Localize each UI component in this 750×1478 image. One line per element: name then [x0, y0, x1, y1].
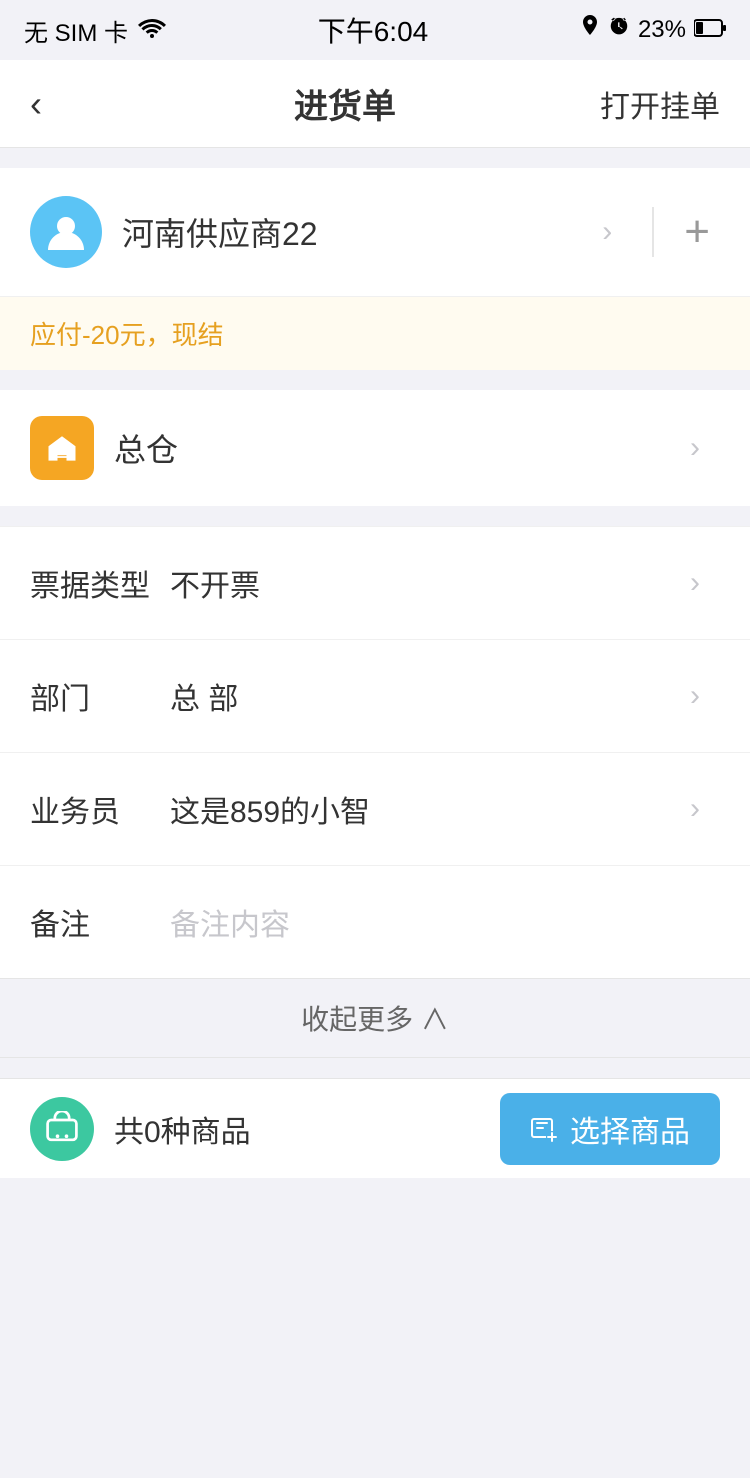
department-row[interactable]: 部门 总 部 › [0, 639, 750, 752]
supplier-chevron-icon: › [602, 215, 612, 249]
open-pending-button[interactable]: 打开挂单 [600, 82, 720, 126]
select-product-button[interactable]: 选择商品 [500, 1093, 720, 1165]
warehouse-name: 总仓 [114, 425, 690, 471]
department-label: 部门 [30, 674, 170, 718]
remark-label: 备注 [30, 900, 170, 944]
remark-placeholder[interactable]: 备注内容 [170, 900, 720, 944]
select-product-icon [530, 1115, 558, 1143]
salesman-row[interactable]: 业务员 这是859的小智 › [0, 752, 750, 865]
person-icon [46, 212, 86, 252]
warehouse-chevron-icon: › [690, 431, 700, 465]
back-button[interactable]: ‹ [30, 83, 90, 125]
notice-text: 应付-20元，现结 [30, 320, 224, 350]
invoice-label: 票据类型 [30, 561, 170, 605]
supplier-card: 河南供应商22 › + 应付-20元，现结 [0, 168, 750, 370]
section-gap-4 [0, 1058, 750, 1078]
section-gap-1 [0, 148, 750, 168]
salesman-chevron-icon: › [690, 792, 700, 826]
product-count-text: 共0种商品 [114, 1107, 500, 1151]
status-bar: 无 SIM 卡 下午6:04 23% [0, 0, 750, 60]
supplier-divider [652, 207, 654, 257]
status-time: 下午6:04 [318, 10, 429, 50]
salesman-value: 这是859的小智 [170, 787, 690, 831]
cart-icon [44, 1111, 80, 1147]
warehouse-row[interactable]: 总仓 › [0, 390, 750, 506]
collapse-label: 收起更多 ∧ [301, 998, 449, 1038]
remark-row[interactable]: 备注 备注内容 [0, 865, 750, 978]
battery-text: 23% [638, 16, 686, 44]
warehouse-icon-wrap [30, 416, 94, 480]
page-title: 进货单 [294, 79, 396, 128]
select-product-label: 选择商品 [570, 1107, 690, 1151]
collapse-row[interactable]: 收起更多 ∧ [0, 978, 750, 1058]
wifi-icon [138, 16, 166, 45]
status-left: 无 SIM 卡 [24, 13, 166, 48]
supplier-avatar [30, 196, 102, 268]
form-card: 票据类型 不开票 › 部门 总 部 › 业务员 这是859的小智 › 备注 备注… [0, 526, 750, 978]
nav-bar: ‹ 进货单 打开挂单 [0, 60, 750, 148]
invoice-value: 不开票 [170, 561, 690, 605]
warehouse-card: 总仓 › [0, 390, 750, 506]
product-count-icon-wrap [30, 1097, 94, 1161]
battery-icon [694, 16, 726, 44]
add-supplier-button[interactable]: + [674, 207, 720, 257]
supplier-name: 河南供应商22 [122, 209, 602, 255]
section-gap-3 [0, 506, 750, 526]
alarm-icon [608, 16, 630, 45]
invoice-chevron-icon: › [690, 566, 700, 600]
warehouse-icon [44, 430, 80, 466]
notice-bar: 应付-20元，现结 [0, 297, 750, 370]
section-gap-2 [0, 370, 750, 390]
page-background [0, 1178, 750, 1478]
supplier-row[interactable]: 河南供应商22 › + [0, 168, 750, 297]
carrier-text: 无 SIM 卡 [24, 13, 128, 48]
status-right: 23% [580, 15, 726, 46]
department-chevron-icon: › [690, 679, 700, 713]
department-value: 总 部 [170, 674, 690, 718]
location-icon [580, 15, 600, 46]
invoice-row[interactable]: 票据类型 不开票 › [0, 526, 750, 639]
bottom-bar: 共0种商品 选择商品 [0, 1078, 750, 1178]
salesman-label: 业务员 [30, 787, 170, 831]
